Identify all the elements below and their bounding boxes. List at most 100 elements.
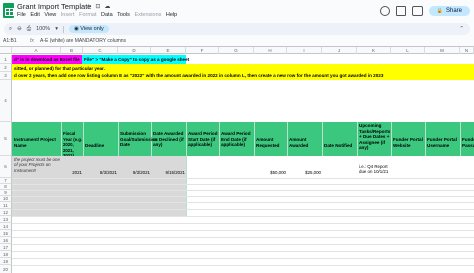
column-headers: A B C D E F G H I J K L M N bbox=[0, 47, 474, 54]
search-menus-icon[interactable]: ⌕ bbox=[9, 26, 12, 33]
row-line bbox=[12, 258, 474, 259]
header-date-awarded[interactable]: Date Awarded or Declined (if any) bbox=[153, 131, 186, 148]
view-only-button[interactable]: ◉ View only bbox=[68, 25, 109, 33]
row-header-20[interactable]: 20 bbox=[0, 265, 12, 273]
spreadsheet-grid[interactable]: A B C D E F G H I J K L M N 1 2 3 4 5 6 … bbox=[0, 46, 474, 273]
menu-insert[interactable]: Insert bbox=[61, 12, 75, 18]
column-header-c[interactable]: C bbox=[83, 47, 118, 54]
cloud-status-icon[interactable]: ☁ bbox=[104, 4, 110, 10]
header-fiscal-year[interactable]: Fiscal Year (e.g. 2020, 2021, 2022) bbox=[63, 131, 83, 159]
header-date-notified[interactable]: Date Notified bbox=[324, 143, 357, 149]
row-line bbox=[12, 244, 474, 245]
header-award-start[interactable]: Award Period Start Date (if applicable) bbox=[188, 131, 219, 148]
sheets-logo-icon[interactable] bbox=[3, 3, 14, 18]
row-header-1[interactable]: 1 bbox=[0, 55, 12, 64]
row-header-14[interactable]: 14 bbox=[0, 223, 12, 230]
document-title[interactable]: Grant Import Template bbox=[17, 2, 91, 11]
row-header-12[interactable]: 12 bbox=[0, 209, 12, 216]
row-header-5[interactable]: 5 bbox=[0, 122, 12, 156]
example-deadline[interactable]: 8/3/2021 bbox=[84, 170, 117, 175]
example-fiscal-year[interactable]: 2021 bbox=[62, 170, 82, 175]
example-date-awarded[interactable]: 9/15/2021 bbox=[152, 170, 185, 175]
header-award-end[interactable]: Award Period End Date (if applicable) bbox=[221, 131, 254, 148]
menu-data[interactable]: Data bbox=[101, 12, 113, 18]
row-line bbox=[12, 196, 474, 197]
name-box[interactable]: A1:B1 bbox=[3, 38, 17, 44]
zoom-select[interactable]: 100% bbox=[36, 26, 50, 32]
column-header-h[interactable]: H bbox=[254, 47, 287, 54]
row-header-17[interactable]: 17 bbox=[0, 244, 12, 251]
row-header-2[interactable]: 2 bbox=[0, 64, 12, 72]
column-header-b[interactable]: B bbox=[61, 47, 83, 54]
menu-format[interactable]: Format bbox=[79, 12, 96, 18]
row-line bbox=[12, 230, 474, 231]
row-header-13[interactable]: 13 bbox=[0, 216, 12, 223]
column-header-a[interactable]: A bbox=[12, 47, 61, 54]
comments-icon[interactable] bbox=[395, 6, 406, 16]
header-instrument[interactable]: Instrument/ Project Name bbox=[14, 137, 59, 148]
header-amount-requested[interactable]: Amount Requested bbox=[256, 137, 287, 148]
menu-file[interactable]: File bbox=[17, 12, 26, 18]
column-header-k[interactable]: K bbox=[357, 47, 391, 54]
column-header-i[interactable]: I bbox=[287, 47, 322, 54]
menu-extensions[interactable]: Extensions bbox=[134, 12, 161, 18]
header-funder-website[interactable]: Funder Portal Website bbox=[393, 137, 425, 148]
column-header-n[interactable]: N bbox=[460, 47, 474, 54]
meet-icon[interactable] bbox=[411, 6, 423, 16]
column-header-f[interactable]: F bbox=[186, 47, 219, 54]
select-all-corner[interactable] bbox=[0, 47, 12, 54]
grid-line bbox=[322, 122, 323, 156]
example-amount-awarded[interactable]: $25,000 bbox=[288, 170, 321, 175]
collapse-toolbar-icon[interactable]: ⌃ bbox=[459, 26, 464, 32]
row-header-4[interactable]: 4 bbox=[0, 80, 12, 122]
zoom-out-icon[interactable]: ⊖ bbox=[17, 26, 22, 32]
row-header-19[interactable]: 19 bbox=[0, 258, 12, 265]
example-submission[interactable]: 9/3/2021 bbox=[119, 170, 150, 175]
formula-bar: A1:B1 fx A-E (white) are MANDATORY colum… bbox=[0, 37, 474, 46]
formula-input[interactable]: A-E (white) are MANDATORY columns bbox=[40, 38, 126, 44]
header-submission[interactable]: Submission Goal/Submission Date bbox=[120, 131, 158, 148]
header-funder-password[interactable]: Funder Portal Password bbox=[462, 137, 474, 148]
row-header-16[interactable]: 16 bbox=[0, 237, 12, 244]
star-icon[interactable]: ☆ bbox=[86, 4, 91, 10]
share-label: Share bbox=[445, 8, 462, 14]
column-header-m[interactable]: M bbox=[425, 47, 460, 54]
example-amount-requested[interactable]: $50,000 bbox=[255, 170, 286, 175]
zoom-dropdown-icon[interactable]: ▾ bbox=[55, 26, 58, 32]
column-header-l[interactable]: L bbox=[391, 47, 425, 54]
column-header-d[interactable]: D bbox=[118, 47, 151, 54]
grid-line bbox=[219, 122, 220, 156]
share-button[interactable]: 🔒 Share bbox=[428, 6, 470, 16]
history-icon[interactable] bbox=[379, 6, 390, 16]
row-header-15[interactable]: 15 bbox=[0, 230, 12, 237]
print-icon[interactable]: ⎙ bbox=[27, 26, 31, 33]
move-icon[interactable]: ⊡ bbox=[95, 4, 100, 10]
header-amount-awarded[interactable]: Amount Awarded bbox=[289, 137, 322, 148]
menu-tools[interactable]: Tools bbox=[117, 12, 130, 18]
example-upcoming[interactable]: i.e.: Q4 Report due on 10/1/21 bbox=[359, 164, 391, 174]
menu-help[interactable]: Help bbox=[166, 12, 177, 18]
row-header-18[interactable]: 18 bbox=[0, 251, 12, 258]
menu-edit[interactable]: Edit bbox=[30, 12, 39, 18]
header-upcoming-tasks[interactable]: Upcoming Tasks/Reports + Due Dates + Ass… bbox=[359, 123, 391, 151]
menu-view[interactable]: View bbox=[44, 12, 56, 18]
header-deadline[interactable]: Deadline bbox=[85, 143, 117, 149]
row-header-11[interactable]: 11 bbox=[0, 202, 12, 209]
row-line bbox=[12, 237, 474, 238]
example-instrument[interactable]: the project must be one of your Projects… bbox=[14, 157, 60, 173]
note-yellow-text-2: d over 2 years, then add one row listing… bbox=[14, 73, 384, 78]
row-header-3[interactable]: 3 bbox=[0, 72, 12, 80]
row-line bbox=[12, 190, 474, 191]
note-yellow-text-1: sitted, or planned) for that particular … bbox=[14, 66, 105, 71]
row-header-6[interactable]: 6 bbox=[0, 156, 12, 178]
header-actions: 🔒 Share bbox=[379, 4, 470, 18]
column-header-j[interactable]: J bbox=[322, 47, 357, 54]
column-header-e[interactable]: E bbox=[151, 47, 186, 54]
row-line bbox=[12, 178, 474, 179]
column-header-g[interactable]: G bbox=[219, 47, 254, 54]
header-funder-username[interactable]: Funder Portal Username bbox=[427, 137, 460, 148]
grid-line bbox=[357, 122, 358, 156]
row-line bbox=[12, 251, 474, 252]
toolbar-divider bbox=[62, 25, 64, 33]
view-only-label: View only bbox=[80, 26, 104, 32]
